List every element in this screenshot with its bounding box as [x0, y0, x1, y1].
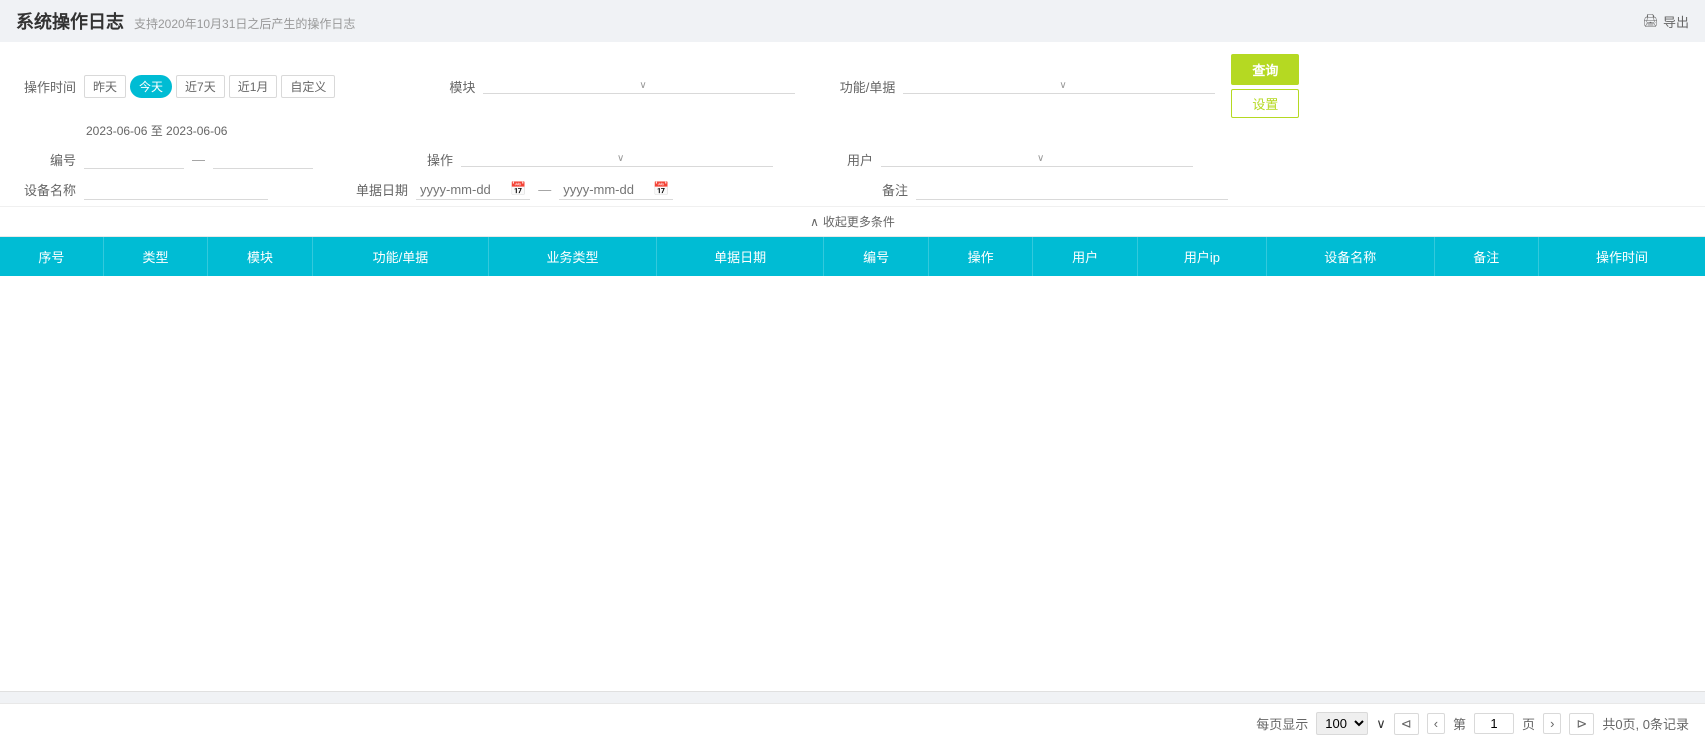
user-select[interactable]: ∨: [881, 151, 1193, 167]
table-container: 序号 类型 模块 功能/单据 业务类型 单据日期 编号 操作 用户 用户ip 设…: [0, 237, 1705, 691]
col-user: 用户: [1033, 237, 1137, 276]
page-subtitle: 支持2020年10月31日之后产生的操作日志: [134, 15, 355, 32]
title-area: 系统操作日志 支持2020年10月31日之后产生的操作日志: [16, 8, 355, 34]
number-input-start[interactable]: [84, 149, 184, 169]
col-number: 编号: [824, 237, 928, 276]
time-filter-label: 操作时间: [16, 77, 76, 96]
next-page-button[interactable]: ›: [1543, 713, 1561, 734]
device-filter-label: 设备名称: [16, 180, 76, 199]
date-dash: —: [538, 182, 551, 197]
time-filter-segment: 操作时间 昨天 今天 近7天 近1月 自定义: [16, 75, 335, 98]
settings-button[interactable]: 设置: [1231, 89, 1299, 118]
number-filter-segment: 编号 —: [16, 149, 313, 169]
operation-filter-segment: 操作 ∨: [393, 150, 773, 169]
calendar-start-icon[interactable]: 📅: [510, 181, 526, 197]
user-filter-label: 用户: [813, 150, 873, 169]
date-start-input[interactable]: [420, 182, 510, 197]
first-page-button[interactable]: ⊲: [1394, 713, 1419, 735]
number-dash: —: [192, 152, 205, 167]
col-seq: 序号: [0, 237, 103, 276]
time-btn-7days[interactable]: 近7天: [176, 75, 225, 98]
number-filter-label: 编号: [16, 150, 76, 169]
date-start-wrap: 📅: [416, 179, 530, 200]
collapse-label: ∧ 收起更多条件: [810, 213, 895, 230]
module-filter-label: 模块: [415, 77, 475, 96]
user-filter-segment: 用户 ∨: [813, 150, 1193, 169]
device-filter-segment: 设备名称: [16, 180, 268, 200]
col-type: 类型: [103, 237, 207, 276]
filter-row-2: 编号 — 操作 ∨ 用户 ∨: [16, 149, 1689, 169]
time-btn-custom[interactable]: 自定义: [281, 75, 335, 98]
scroll-spacer: [0, 692, 1400, 693]
page-size-chevron: ∨: [1376, 716, 1386, 732]
collapse-icon: ∧: [810, 215, 819, 229]
pagination: 每页显示 100 50 200 ∨ ⊲ ‹ 第 页 › ⊳ 共0页, 0条记录: [0, 703, 1705, 743]
col-device: 设备名称: [1266, 237, 1434, 276]
last-page-button[interactable]: ⊳: [1569, 713, 1594, 735]
filter-row-3: 设备名称 单据日期 📅 — 📅 备注: [16, 179, 1689, 200]
page-input[interactable]: [1474, 713, 1514, 734]
func-select[interactable]: ∨: [903, 78, 1215, 94]
export-label: 导出: [1663, 12, 1689, 31]
col-operation: 操作: [928, 237, 1032, 276]
remark-filter-label: 备注: [848, 180, 908, 199]
data-table: 序号 类型 模块 功能/单据 业务类型 单据日期 编号 操作 用户 用户ip 设…: [0, 237, 1705, 276]
user-chevron-icon: ∨: [1037, 153, 1189, 164]
time-btn-yesterday[interactable]: 昨天: [84, 75, 126, 98]
collapse-bar[interactable]: ∧ 收起更多条件: [0, 206, 1705, 236]
time-btn-today[interactable]: 今天: [130, 75, 172, 98]
module-chevron-icon: ∨: [639, 80, 791, 91]
module-select[interactable]: ∨: [483, 78, 795, 94]
time-range-text: 2023-06-06 至 2023-06-06: [86, 124, 227, 138]
time-btn-1month[interactable]: 近1月: [229, 75, 278, 98]
col-func: 功能/单据: [312, 237, 488, 276]
func-filter-segment: 功能/单据 ∨: [835, 77, 1215, 96]
func-chevron-icon: ∨: [1059, 80, 1211, 91]
voucher-date-filter-segment: 单据日期 📅 — 📅: [348, 179, 808, 200]
prev-page-button[interactable]: ‹: [1427, 713, 1445, 734]
page-title: 系统操作日志: [16, 8, 124, 34]
col-user-ip: 用户ip: [1137, 237, 1266, 276]
col-biz-type: 业务类型: [489, 237, 657, 276]
page-total: 共0页, 0条记录: [1602, 714, 1689, 733]
voucher-date-filter-label: 单据日期: [348, 180, 408, 199]
number-input-end[interactable]: [213, 149, 313, 169]
remark-filter-segment: 备注: [848, 180, 1228, 200]
module-filter-segment: 模块 ∨: [415, 77, 795, 96]
export-button[interactable]: 🖨 导出: [1642, 12, 1689, 31]
scrollbar-area[interactable]: [0, 691, 1705, 703]
col-remark: 备注: [1434, 237, 1538, 276]
col-voucher-date: 单据日期: [656, 237, 824, 276]
query-button[interactable]: 查询: [1231, 54, 1299, 85]
page-size-label: 每页显示: [1256, 714, 1308, 733]
export-icon: 🖨: [1642, 13, 1659, 29]
col-module: 模块: [208, 237, 312, 276]
calendar-end-icon[interactable]: 📅: [653, 181, 669, 197]
func-filter-label: 功能/单据: [835, 77, 895, 96]
date-end-input[interactable]: [563, 182, 653, 197]
operation-filter-label: 操作: [393, 150, 453, 169]
operation-select[interactable]: ∨: [461, 151, 773, 167]
operation-chevron-icon: ∨: [617, 153, 769, 164]
page-size-select[interactable]: 100 50 200: [1316, 712, 1368, 735]
col-op-time: 操作时间: [1539, 237, 1705, 276]
remark-input[interactable]: [916, 180, 1228, 200]
filter-row-1: 操作时间 昨天 今天 近7天 近1月 自定义 模块 ∨ 功能/单据: [16, 54, 1689, 118]
time-range-display: 2023-06-06 至 2023-06-06: [86, 122, 1689, 139]
time-buttons: 昨天 今天 近7天 近1月 自定义: [84, 75, 335, 98]
date-end-wrap: 📅: [559, 179, 673, 200]
device-input[interactable]: [84, 180, 268, 200]
filter-area: 操作时间 昨天 今天 近7天 近1月 自定义 模块 ∨ 功能/单据: [0, 42, 1705, 237]
action-buttons: 查询 设置: [1231, 54, 1299, 118]
page-unit: 页: [1522, 714, 1535, 733]
page-word: 第: [1453, 714, 1466, 733]
page-header: 系统操作日志 支持2020年10月31日之后产生的操作日志 🖨 导出: [0, 0, 1705, 42]
table-header: 序号 类型 模块 功能/单据 业务类型 单据日期 编号 操作 用户 用户ip 设…: [0, 237, 1705, 276]
